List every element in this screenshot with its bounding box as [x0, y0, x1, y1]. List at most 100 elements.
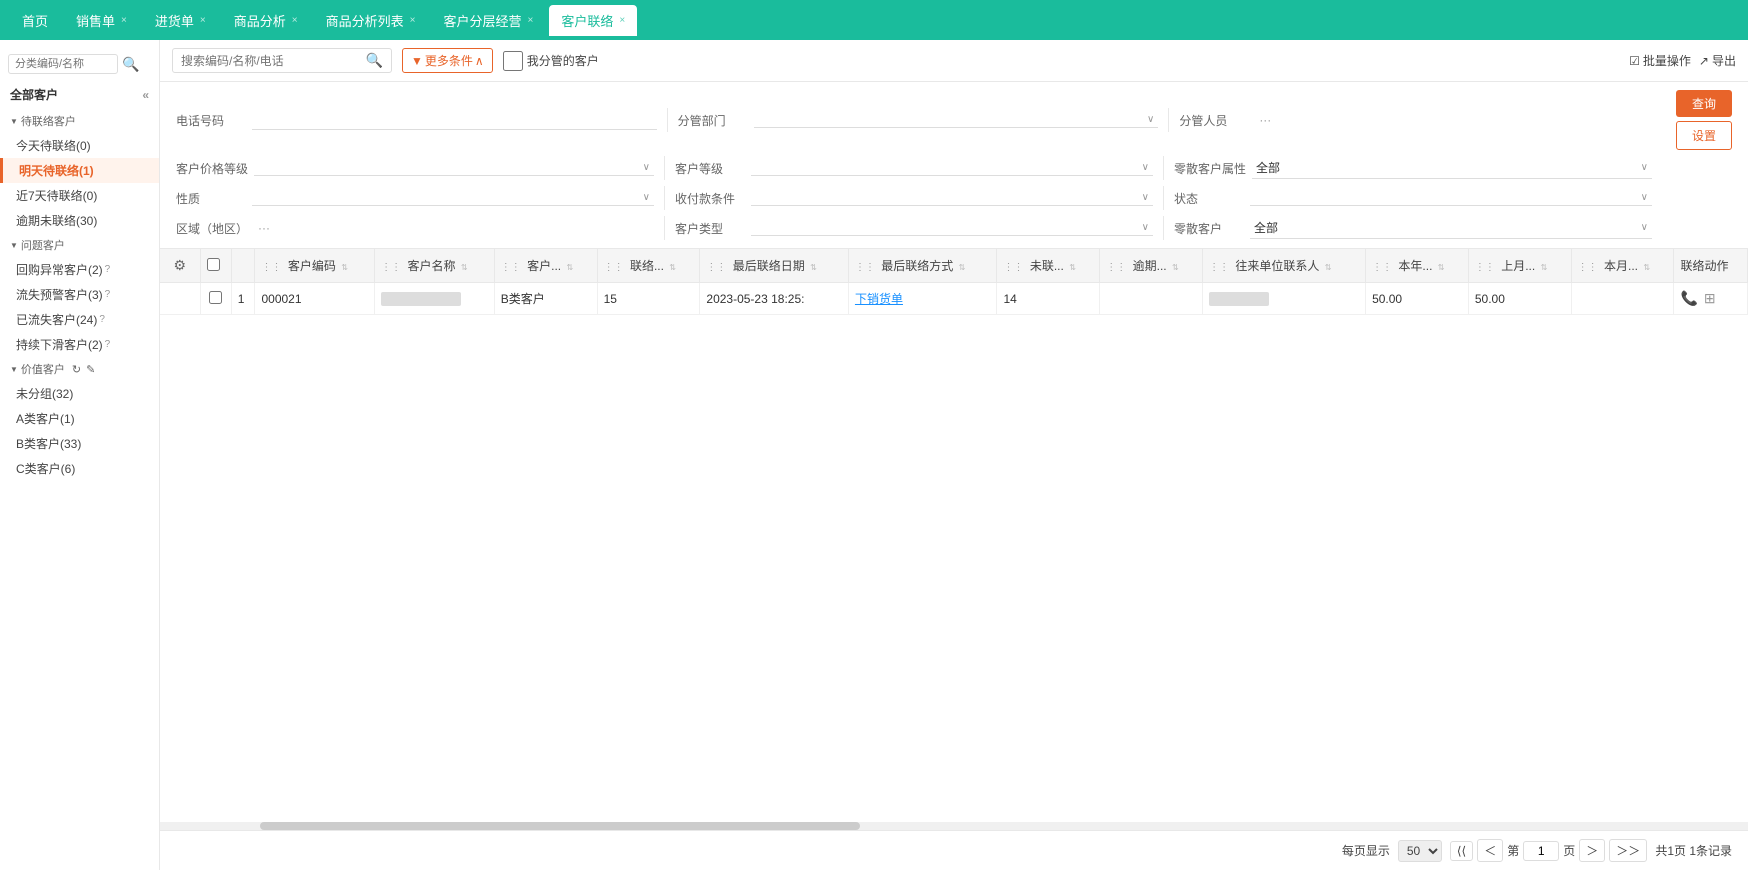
nav-close-purchase-order[interactable]: × — [200, 15, 206, 26]
more-conditions-button[interactable]: ▼ 更多条件 ∧ — [402, 48, 493, 73]
help-icon-abnormal[interactable]: ? — [105, 264, 111, 275]
prev-page-button[interactable]: ＜ — [1477, 839, 1503, 862]
filter-select-payment-terms[interactable]: ∨ — [751, 190, 1153, 206]
sidebar-search-input[interactable] — [8, 54, 118, 74]
filter-label-dept: 分管部门 — [678, 112, 748, 129]
filter-actions: 查询 设置 — [1676, 90, 1732, 150]
settings-button[interactable]: 设置 — [1676, 121, 1732, 150]
help-icon-declining[interactable]: ? — [105, 339, 111, 350]
edit-value-icon[interactable]: ✎ — [86, 363, 95, 376]
filter-status: 状态 ∨ — [1174, 190, 1652, 207]
nav-close-customer-segmentation[interactable]: × — [527, 15, 533, 26]
page-size-select[interactable]: 50 — [1398, 840, 1442, 862]
nav-sales-order[interactable]: 销售单 × — [64, 5, 139, 36]
filter-select-retail-attr[interactable]: 全部 ∨ — [1252, 157, 1652, 179]
nav-home[interactable]: 首页 — [10, 5, 60, 36]
batch-operation-button[interactable]: ☑ 批量操作 — [1629, 52, 1691, 69]
select-all-checkbox[interactable] — [207, 258, 220, 271]
filter-select-customer-type[interactable]: ∨ — [751, 220, 1153, 236]
col-customer-type-header[interactable]: ⋮⋮ 客户... ⇅ — [494, 249, 597, 283]
filter-select-price-grade[interactable]: ∨ — [254, 160, 654, 176]
col-checkbox-header[interactable] — [200, 249, 231, 283]
horizontal-scrollbar[interactable] — [160, 822, 1748, 830]
filter-select-dept[interactable]: ∨ — [754, 112, 1159, 128]
col-last-contact-date-header[interactable]: ⋮⋮ 最后联络日期 ⇅ — [700, 249, 849, 283]
sidebar-section-problem-customers: 问题客户 — [0, 233, 159, 257]
sidebar-search-icon[interactable]: 🔍 — [122, 56, 139, 73]
nav-close-product-analysis[interactable]: × — [292, 15, 298, 26]
search-button[interactable]: 🔍 — [366, 52, 383, 69]
col-last-contact-method-header[interactable]: ⋮⋮ 最后联络方式 ⇅ — [848, 249, 997, 283]
filter-label-price-grade: 客户价格等级 — [176, 160, 248, 177]
col-customer-name-header[interactable]: ⋮⋮ 客户名称 ⇅ — [375, 249, 495, 283]
sidebar-item-7day-contact[interactable]: 近7天待联络(0) — [0, 183, 159, 208]
last-page-button[interactable]: ＞＞ — [1609, 839, 1647, 862]
sidebar-item-today-contact[interactable]: 今天待联络(0) — [0, 133, 159, 158]
nav-close-sales-order[interactable]: × — [121, 15, 127, 26]
filter-select-customer-grade[interactable]: ∨ — [751, 160, 1153, 176]
my-customers-filter[interactable]: 我分管的客户 — [503, 51, 599, 71]
search-bar-right: ☑ 批量操作 ↗ 导出 — [1629, 52, 1736, 69]
sort-icon-contact-count: ⇅ — [669, 263, 676, 272]
nav-close-product-analysis-list[interactable]: × — [410, 15, 416, 26]
nav-close-customer-contact[interactable]: × — [619, 15, 625, 26]
nav-product-analysis-list[interactable]: 商品分析列表 × — [314, 5, 428, 36]
table-header-row: ⚙ ⋮⋮ 客户编码 ⇅ ⋮⋮ 客户名称 — [160, 249, 1748, 283]
filter-divider-8 — [1163, 216, 1164, 240]
col-icon-overdue: ⋮⋮ — [1106, 262, 1126, 273]
row-checkbox[interactable] — [209, 291, 222, 304]
col-last-month-header[interactable]: ⋮⋮ 上月... ⇅ — [1468, 249, 1571, 283]
table-settings-button[interactable]: ⚙ — [173, 257, 186, 274]
sidebar-item-declining[interactable]: 持续下滑客户(2) ? — [0, 332, 159, 357]
contact-phone-icon[interactable]: 📞 — [1680, 290, 1697, 307]
sidebar-item-abnormal-repurchase[interactable]: 回购异常客户(2) ? — [0, 257, 159, 282]
help-icon-churn-warning[interactable]: ? — [105, 289, 111, 300]
sidebar-item-churned[interactable]: 已流失客户(24) ? — [0, 307, 159, 332]
col-this-year-header[interactable]: ⋮⋮ 本年... ⇅ — [1366, 249, 1469, 283]
sidebar-item-tomorrow-contact[interactable]: 明天待联络(1) — [0, 158, 159, 183]
filter-divider-6 — [1163, 186, 1164, 210]
sidebar-item-a-class[interactable]: A类客户(1) — [0, 406, 159, 431]
col-icon-this-year: ⋮⋮ — [1372, 262, 1392, 273]
first-page-button[interactable]: ⟨⟨ — [1450, 841, 1473, 861]
next-page-button[interactable]: ＞ — [1579, 839, 1605, 862]
help-icon-churned[interactable]: ? — [99, 314, 105, 325]
nav-purchase-order[interactable]: 进货单 × — [143, 5, 218, 36]
last-contact-method-link[interactable]: 下销货单 — [855, 292, 903, 306]
col-unit-contact-header[interactable]: ⋮⋮ 往来单位联系人 ⇅ — [1203, 249, 1366, 283]
filter-ellipsis-manager[interactable]: ··· — [1259, 113, 1271, 127]
page-number-input[interactable] — [1523, 841, 1559, 861]
nav-product-analysis[interactable]: 商品分析 × — [222, 5, 310, 36]
sidebar-item-overdue-contact[interactable]: 逾期未联络(30) — [0, 208, 159, 233]
col-settings[interactable]: ⚙ — [160, 249, 200, 283]
filter-phone: 电话号码 — [176, 111, 657, 130]
filter-ellipsis-region[interactable]: ··· — [258, 221, 270, 235]
filter-icon: ▼ — [411, 54, 423, 68]
col-icon-last-date: ⋮⋮ — [706, 262, 726, 273]
sidebar-item-c-class[interactable]: C类客户(6) — [0, 456, 159, 481]
col-not-contacted-header[interactable]: ⋮⋮ 未联... ⇅ — [997, 249, 1100, 283]
col-this-month-header[interactable]: ⋮⋮ 本月... ⇅ — [1571, 249, 1674, 283]
filter-select-retail-customer[interactable]: 全部 ∨ — [1250, 217, 1652, 239]
export-button[interactable]: ↗ 导出 — [1699, 52, 1736, 69]
my-customers-checkbox[interactable] — [503, 51, 523, 71]
refresh-icon[interactable]: ↻ — [72, 363, 81, 376]
sidebar-item-churn-warning[interactable]: 流失预警客户(3) ? — [0, 282, 159, 307]
sidebar-item-b-class[interactable]: B类客户(33) — [0, 431, 159, 456]
nav-customer-contact[interactable]: 客户联络 × — [549, 5, 637, 36]
query-button[interactable]: 查询 — [1676, 90, 1732, 117]
sidebar-collapse-icon[interactable]: « — [142, 88, 149, 102]
filter-select-status[interactable]: ∨ — [1250, 190, 1652, 206]
row-checkbox-cell[interactable] — [200, 283, 231, 315]
col-contact-count-header[interactable]: ⋮⋮ 联络... ⇅ — [597, 249, 700, 283]
contact-more-icon[interactable]: ⊞ — [1704, 290, 1716, 307]
scrollbar-thumb[interactable] — [260, 822, 860, 830]
filter-select-nature[interactable]: ∨ — [252, 190, 654, 206]
search-input[interactable] — [181, 54, 362, 68]
col-customer-code-header[interactable]: ⋮⋮ 客户编码 ⇅ — [255, 249, 375, 283]
row-last-contact-method-cell[interactable]: 下销货单 — [848, 283, 997, 315]
filter-input-phone[interactable] — [252, 111, 657, 130]
sidebar-item-ungrouped[interactable]: 未分组(32) — [0, 381, 159, 406]
col-overdue-header[interactable]: ⋮⋮ 逾期... ⇅ — [1100, 249, 1203, 283]
nav-customer-segmentation[interactable]: 客户分层经营 × — [431, 5, 545, 36]
